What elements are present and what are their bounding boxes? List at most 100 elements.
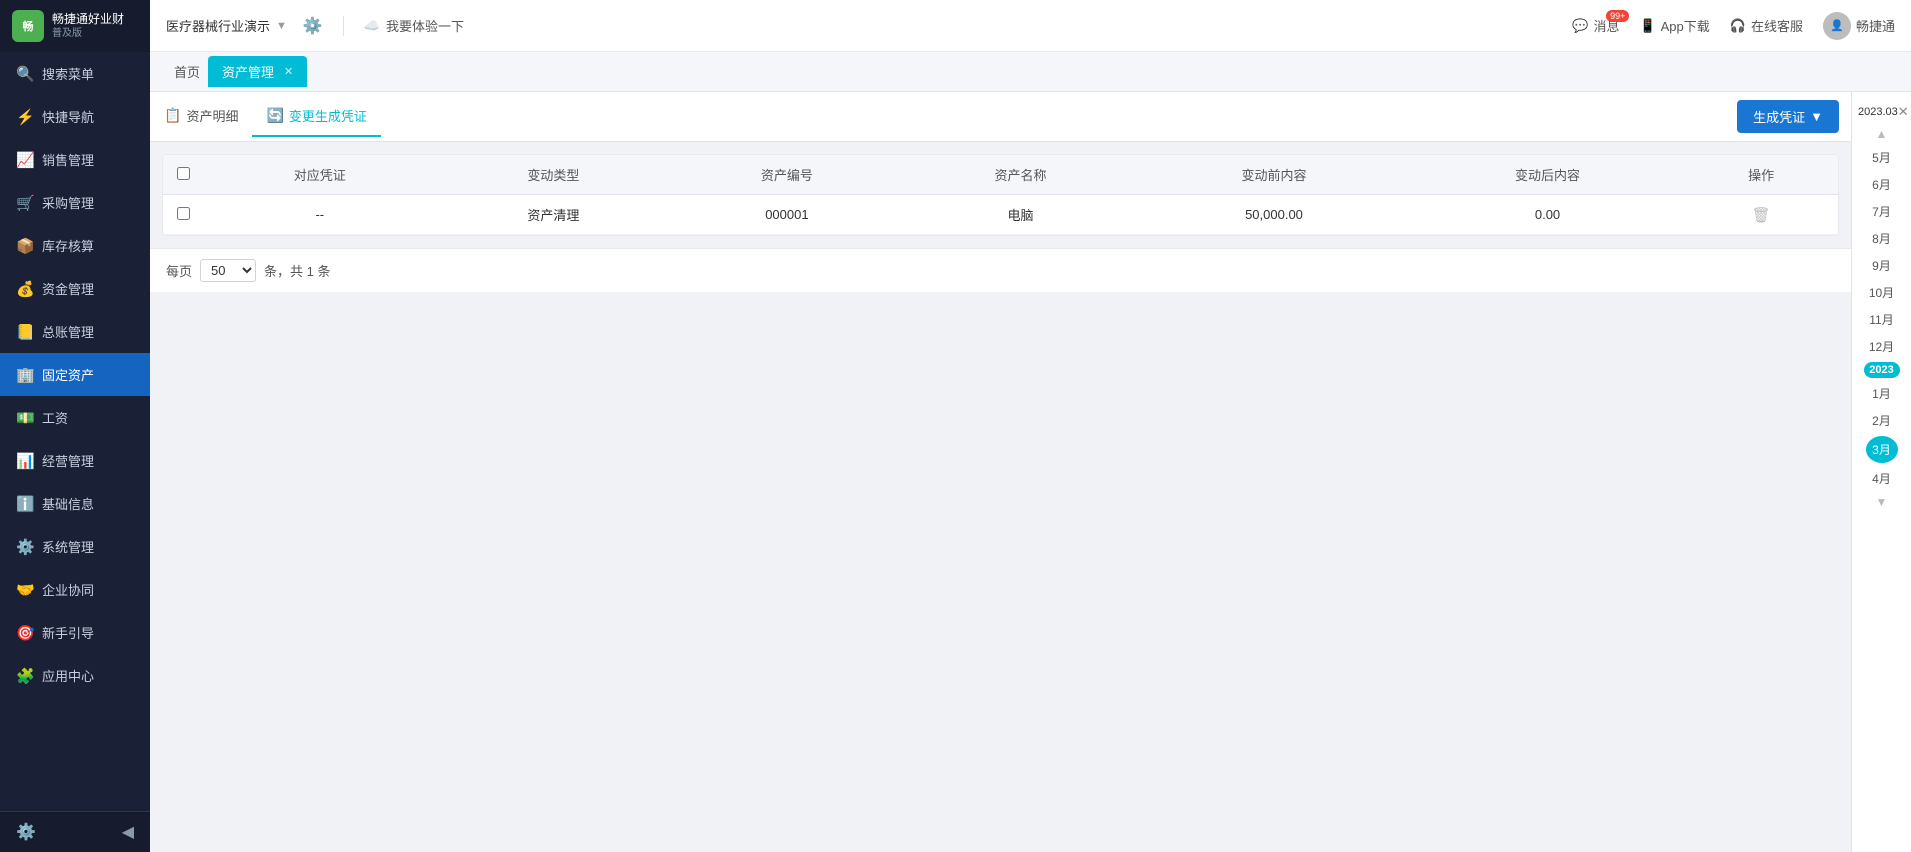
month-8[interactable]: 8月	[1852, 225, 1911, 252]
sidebar-item-label: 资金管理	[42, 279, 94, 298]
month-7[interactable]: 7月	[1852, 198, 1911, 225]
topbar: 医疗器械行业演示 ▼ ⚙️ ☁️ 我要体验一下 💬 消息 99+ 📱 App下载…	[150, 0, 1911, 52]
topbar-gear-icon[interactable]: ⚙️	[303, 16, 323, 36]
scroll-up-icon[interactable]: ▲	[1852, 124, 1911, 144]
home-tab-label: 首页	[174, 65, 200, 80]
month-12[interactable]: 12月	[1852, 333, 1911, 360]
sidebar-item-purchase[interactable]: 🛒 采购管理	[0, 181, 150, 224]
table-row: -- 资产清理 000001 电脑 50,000.00 0.00 🗑	[163, 195, 1838, 235]
sidebar-item-funds[interactable]: 💰 资金管理	[0, 267, 150, 310]
month-1[interactable]: 1月	[1852, 380, 1911, 407]
sidebar-item-label: 快捷导航	[42, 107, 94, 126]
settings-bottom-icon[interactable]: ⚙️	[16, 822, 36, 842]
month-11[interactable]: 11月	[1852, 306, 1911, 333]
cart-icon: 🛒	[16, 194, 34, 212]
tab-home[interactable]: 首页	[166, 56, 208, 87]
sidebar-item-sales[interactable]: 📈 销售管理	[0, 138, 150, 181]
company-selector[interactable]: 医疗器械行业演示 ▼	[166, 16, 287, 35]
asset-detail-icon: 📋	[164, 107, 181, 124]
messages-btn[interactable]: 💬 消息 99+	[1572, 16, 1619, 35]
sidebar-item-operations[interactable]: 📊 经营管理	[0, 439, 150, 482]
user-profile-btn[interactable]: 👤 畅捷通	[1823, 12, 1895, 40]
col-change-type: 变动类型	[437, 155, 671, 195]
select-all-checkbox[interactable]	[177, 167, 190, 180]
scroll-down-icon[interactable]: ▼	[1852, 492, 1911, 512]
cell-after-change: 0.00	[1411, 195, 1685, 235]
month-9[interactable]: 9月	[1852, 252, 1911, 279]
messages-badge: 99+	[1606, 10, 1629, 22]
cell-voucher: --	[203, 195, 437, 235]
sidebar-item-label: 应用中心	[42, 666, 94, 685]
month-6[interactable]: 6月	[1852, 171, 1911, 198]
col-checkbox	[163, 155, 203, 195]
col-voucher: 对应凭证	[203, 155, 437, 195]
sidebar-item-label: 系统管理	[42, 537, 94, 556]
online-support-btn[interactable]: 🎧 在线客服	[1730, 16, 1803, 35]
cell-asset-no: 000001	[670, 195, 904, 235]
sidebar-item-system[interactable]: ⚙️ 系统管理	[0, 525, 150, 568]
experience-link[interactable]: ☁️ 我要体验一下	[364, 16, 464, 35]
experience-label: 我要体验一下	[386, 16, 464, 35]
sidebar-item-guide[interactable]: 🎯 新手引导	[0, 611, 150, 654]
collapse-icon[interactable]: ◀	[122, 822, 134, 842]
generate-voucher-btn[interactable]: 生成凭证 ▼	[1737, 100, 1839, 133]
download-icon: 📱	[1639, 18, 1655, 34]
sidebar-item-quicknav[interactable]: ⚡ 快捷导航	[0, 95, 150, 138]
ops-icon: 📊	[16, 452, 34, 470]
sidebar-item-label: 工资	[42, 408, 68, 427]
book-icon: 📒	[16, 323, 34, 341]
target-icon: 🎯	[16, 624, 34, 642]
delete-row-icon[interactable]: 🗑	[1752, 207, 1771, 224]
avatar: 👤	[1823, 12, 1851, 40]
sidebar-logo: 畅 畅捷通好业财 普及版	[0, 0, 150, 52]
per-page-select[interactable]: 50 10 20 100	[200, 259, 256, 282]
sidebar-item-appstore[interactable]: 🧩 应用中心	[0, 654, 150, 697]
support-icon: 🎧	[1730, 18, 1746, 34]
month-3-current[interactable]: 3月	[1866, 436, 1898, 463]
right-panel-icons: ✕ ⛶	[1898, 104, 1911, 120]
sidebar: 畅 畅捷通好业财 普及版 🔍 搜索菜单 ⚡ 快捷导航 📈 销售管理 🛒 采购管理…	[0, 0, 150, 852]
sidebar-item-label: 企业协同	[42, 580, 94, 599]
col-asset-name: 资产名称	[904, 155, 1138, 195]
message-icon: 💬	[1572, 18, 1588, 34]
lightning-icon: ⚡	[16, 108, 34, 126]
subtab-change-voucher[interactable]: 🔄 变更生成凭证	[252, 96, 380, 137]
row-checkbox[interactable]	[177, 207, 190, 220]
col-before-change: 变动前内容	[1137, 155, 1411, 195]
puzzle-icon: 🧩	[16, 667, 34, 685]
sidebar-item-search[interactable]: 🔍 搜索菜单	[0, 52, 150, 95]
data-table: 对应凭证 变动类型 资产编号 资产名称	[162, 154, 1839, 236]
sidebar-item-inventory[interactable]: 📦 库存核算	[0, 224, 150, 267]
close-panel-icon[interactable]: ✕	[1898, 104, 1909, 120]
subtab-asset-detail-label: 资产明细	[186, 106, 238, 125]
username-label: 畅捷通	[1856, 16, 1895, 35]
total-count-text: 条，共 1 条	[264, 261, 330, 280]
sidebar-item-label: 总账管理	[42, 322, 94, 341]
sidebar-item-label: 新手引导	[42, 623, 94, 642]
month-10[interactable]: 10月	[1852, 279, 1911, 306]
sidebar-item-payroll[interactable]: 💵 工资	[0, 396, 150, 439]
online-support-label: 在线客服	[1751, 16, 1803, 35]
month-5[interactable]: 5月	[1852, 144, 1911, 171]
month-2[interactable]: 2月	[1852, 407, 1911, 434]
tab-asset-mgmt[interactable]: 资产管理 ✕	[208, 56, 307, 87]
app-download-btn[interactable]: 📱 App下载	[1639, 16, 1709, 35]
app-logo-icon: 畅	[12, 10, 44, 42]
subtab-asset-detail[interactable]: 📋 资产明细	[150, 96, 252, 137]
sidebar-item-basicinfo[interactable]: ℹ️ 基础信息	[0, 482, 150, 525]
sidebar-item-assets[interactable]: 🏢 固定资产	[0, 353, 150, 396]
sidebar-item-ledger[interactable]: 📒 总账管理	[0, 310, 150, 353]
col-after-change: 变动后内容	[1411, 155, 1685, 195]
cell-action: 🗑	[1684, 195, 1838, 235]
right-panel-year: 2023.03	[1858, 106, 1898, 118]
search-icon: 🔍	[16, 65, 34, 83]
tab-close-icon[interactable]: ✕	[284, 65, 293, 78]
tabbar: 首页 资产管理 ✕	[150, 52, 1911, 92]
avatar-icon: 👤	[1830, 19, 1844, 32]
month-4[interactable]: 4月	[1852, 465, 1911, 492]
money-icon: 💰	[16, 280, 34, 298]
main-wrap: 医疗器械行业演示 ▼ ⚙️ ☁️ 我要体验一下 💬 消息 99+ 📱 App下载…	[150, 0, 1911, 852]
sidebar-item-corp[interactable]: 🤝 企业协同	[0, 568, 150, 611]
cloud-icon: ☁️	[364, 18, 380, 34]
generate-voucher-label: 生成凭证	[1753, 107, 1805, 126]
